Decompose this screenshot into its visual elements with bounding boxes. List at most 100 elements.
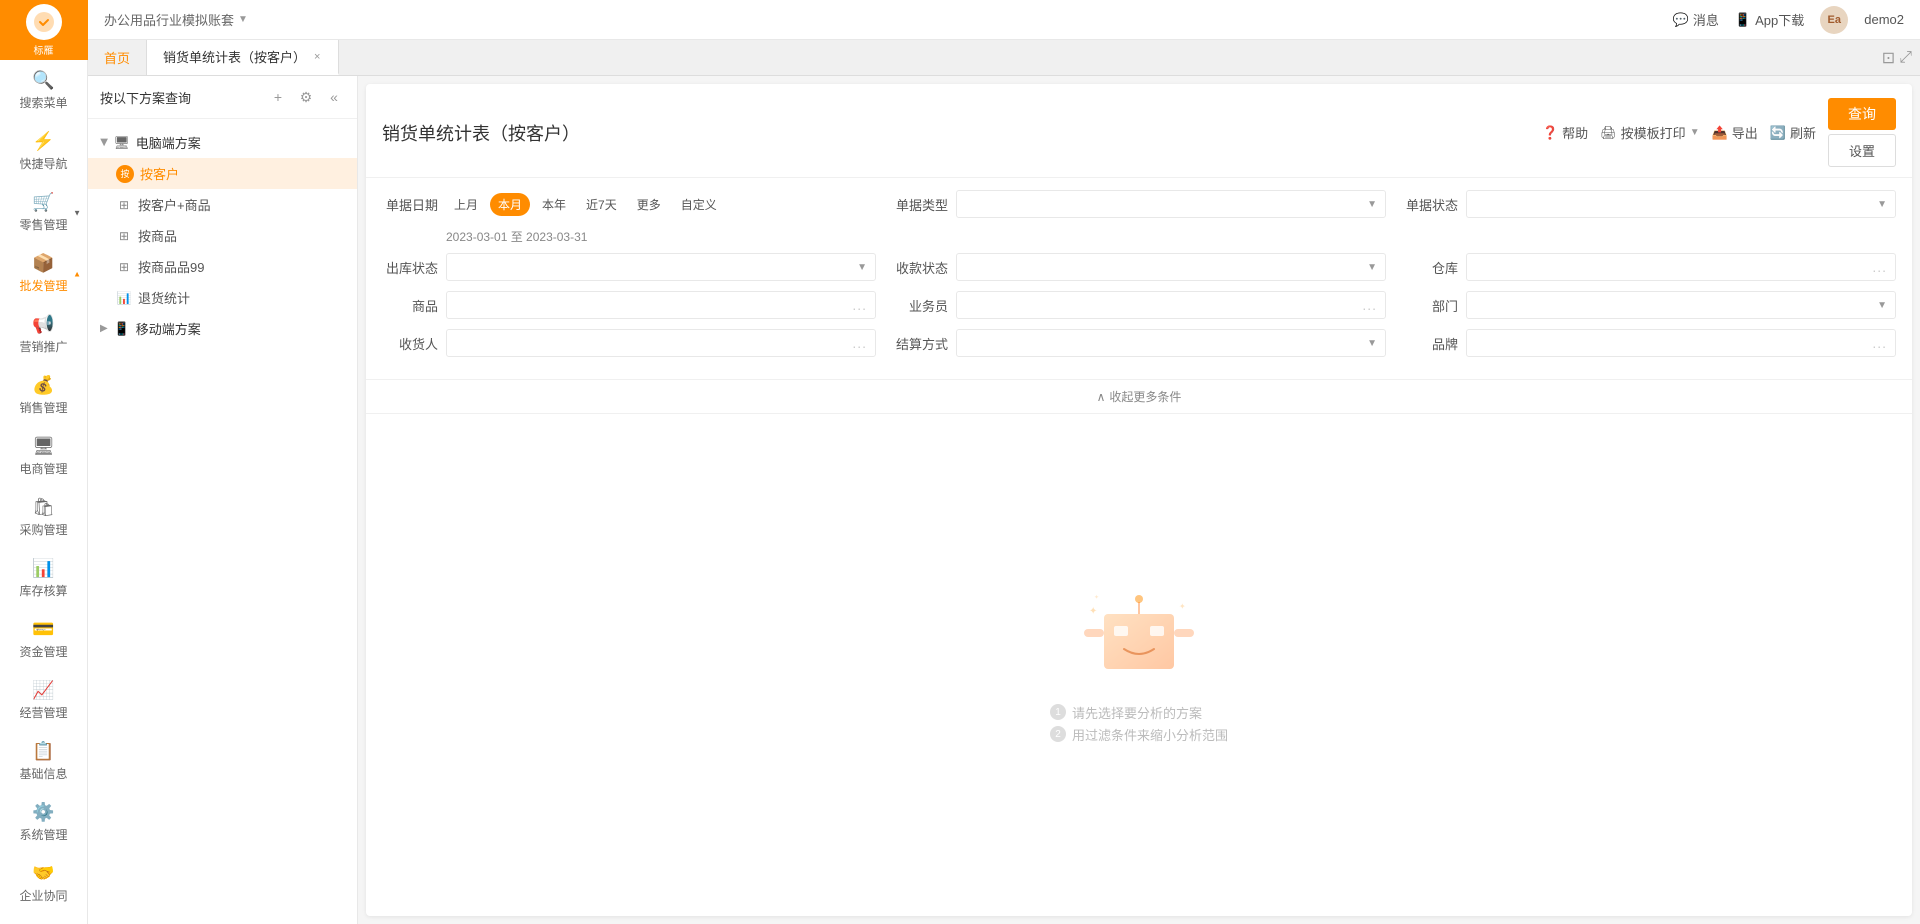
collapse-bar[interactable]: ∧ 收起更多条件	[366, 380, 1912, 414]
operations-icon: 📈	[32, 680, 54, 701]
edit-scheme-btn[interactable]: ⚙	[295, 86, 317, 108]
tab-sales-stat[interactable]: 销货单统计表（按客户） ×	[147, 40, 339, 75]
bill-status-select[interactable]: ▼	[1466, 190, 1896, 218]
filter-cell-department: 部门 ▼	[1402, 291, 1896, 319]
tree-item-by-customer-product[interactable]: ⊞ 按客户+商品	[88, 189, 357, 220]
sidebar-item-label: 搜索菜单	[19, 94, 67, 111]
user-name[interactable]: demo2	[1864, 12, 1904, 27]
tree-item-by-customer-product-label: 按客户+商品	[138, 195, 211, 214]
sidebar-item-label: 采购管理	[19, 521, 67, 538]
pay-status-select[interactable]: ▼	[956, 253, 1386, 281]
tree-group-mobile-header[interactable]: ▶ 📱 移动端方案	[88, 313, 357, 344]
out-status-select[interactable]: ▼	[446, 253, 876, 281]
sidebar-item-newbie[interactable]: 🎯 新手引导	[0, 914, 87, 924]
basic-info-icon: 📋	[32, 741, 54, 762]
settings-btn[interactable]: 设置	[1828, 134, 1896, 167]
tree-item-return-stat[interactable]: 📊 退货统计	[88, 282, 357, 313]
filter-cell-date: 单据日期 上月 本月 本年 近7天 更多 自定义	[382, 193, 876, 216]
sidebar-item-finance[interactable]: 💳 资金管理	[0, 609, 87, 670]
date-tab-this-month[interactable]: 本月	[490, 193, 530, 216]
product-select[interactable]: ...	[446, 291, 876, 319]
consignee-select[interactable]: ...	[446, 329, 876, 357]
right-content: 销货单统计表（按客户） ❓ 帮助 🖨 按模板打印 ▼ 📤 导出	[366, 84, 1912, 916]
query-btn[interactable]: 查询	[1828, 98, 1896, 130]
department-chevron: ▼	[1877, 300, 1887, 311]
tab-maximize-icon[interactable]: ⤢	[1899, 49, 1912, 67]
topbar-title[interactable]: 办公用品行业模拟账套 ▼	[104, 10, 248, 29]
sidebar-item-label: 快捷导航	[19, 155, 67, 172]
tabbar: 首页 销货单统计表（按客户） × ⊡ ⤢	[88, 40, 1920, 76]
sidebar-item-marketing[interactable]: 📢 营销推广	[0, 304, 87, 365]
sidebar-item-purchase[interactable]: 🛍 采购管理	[0, 487, 87, 548]
date-control: 上月 本月 本年 近7天 更多 自定义	[446, 193, 876, 216]
print-label: 按模板打印	[1621, 123, 1686, 142]
warehouse-select[interactable]: ...	[1466, 253, 1896, 281]
sidebar-item-ecommerce[interactable]: 🖥 电商管理	[0, 426, 87, 487]
department-select[interactable]: ▼	[1466, 291, 1896, 319]
tab-restore-icon[interactable]: ⊡	[1882, 48, 1895, 68]
brand-label: 品牌	[1402, 334, 1458, 353]
tree-arrow-pc: ▶	[98, 139, 109, 147]
filter-cell-bill-status: 单据状态 ▼	[1402, 190, 1896, 218]
wholesale-icon: 📦	[32, 253, 54, 274]
sidebar-item-label: 库存核算	[19, 582, 67, 599]
step-1-num: 1	[1050, 704, 1066, 720]
salesperson-label: 业务员	[892, 296, 948, 315]
print-btn[interactable]: 🖨 按模板打印 ▼	[1600, 123, 1699, 142]
filter-cell-warehouse: 仓库 ...	[1402, 253, 1896, 281]
app-logo[interactable]: 标雁	[0, 0, 88, 60]
bill-type-select[interactable]: ▼	[956, 190, 1386, 218]
tree-arrow-mobile: ▶	[100, 323, 108, 334]
tree-item-by-customer[interactable]: 按 按客户	[88, 158, 357, 189]
date-tab-custom[interactable]: 自定义	[673, 193, 725, 216]
date-tab-last-month[interactable]: 上月	[446, 193, 486, 216]
date-tabs: 上月 本月 本年 近7天 更多 自定义	[446, 193, 725, 216]
bill-type-chevron: ▼	[1367, 199, 1377, 210]
pay-status-chevron: ▼	[1367, 262, 1377, 273]
tab-close-icon[interactable]: ×	[312, 50, 322, 64]
sidebar-item-sales[interactable]: 💰 销售管理	[0, 365, 87, 426]
sidebar-item-label: 系统管理	[19, 826, 67, 843]
sidebar-item-retail[interactable]: 🛒 零售管理	[0, 182, 87, 243]
refresh-btn[interactable]: 🔄 刷新	[1770, 123, 1816, 142]
topbar-right: 💬 消息 📱 App下载 Ea demo2	[1673, 6, 1904, 34]
filter-row-4: 收货人 ... 结算方式 ▼ 品牌	[382, 329, 1896, 357]
product-dots: ...	[852, 297, 867, 313]
tree-item-by-product[interactable]: ⊞ 按商品	[88, 220, 357, 251]
phone-icon: 📱	[1735, 12, 1751, 28]
add-scheme-btn[interactable]: +	[267, 86, 289, 108]
sales-icon: 💰	[32, 375, 54, 396]
app-download-btn[interactable]: 📱 App下载	[1735, 10, 1804, 29]
app-download-label: App下载	[1755, 10, 1804, 29]
date-tab-last-7[interactable]: 近7天	[578, 193, 625, 216]
tab-home[interactable]: 首页	[88, 40, 147, 75]
sidebar-item-inventory[interactable]: 📊 库存核算	[0, 548, 87, 609]
date-tab-this-year[interactable]: 本年	[534, 193, 574, 216]
by-customer-product-icon: ⊞	[116, 197, 132, 213]
date-tab-more[interactable]: 更多	[629, 193, 669, 216]
sidebar-item-search[interactable]: 🔍 搜索菜单	[0, 60, 87, 121]
print-icon: 🖨	[1600, 125, 1617, 141]
payment-select[interactable]: ▼	[956, 329, 1386, 357]
empty-illustration: ✦ ✦ ✦	[1079, 584, 1199, 684]
date-range-text: 2023-03-01 至 2023-03-31	[446, 230, 587, 244]
sidebar-item-label: 销售管理	[19, 399, 67, 416]
sidebar-item-enterprise-coop[interactable]: 🤝 企业协同	[0, 853, 87, 914]
tree-item-by-product-99[interactable]: ⊞ 按商品品99	[88, 251, 357, 282]
svg-text:✦: ✦	[1094, 594, 1099, 601]
sidebar-item-basic-info[interactable]: 📋 基础信息	[0, 731, 87, 792]
help-btn[interactable]: ❓ 帮助	[1542, 123, 1588, 142]
sidebar-item-wholesale[interactable]: 📦 批发管理	[0, 243, 87, 304]
svg-text:✦: ✦	[1179, 602, 1186, 611]
sidebar-item-operations[interactable]: 📈 经营管理	[0, 670, 87, 731]
sidebar-item-system[interactable]: ⚙️ 系统管理	[0, 792, 87, 853]
brand-select[interactable]: ...	[1466, 329, 1896, 357]
message-btn[interactable]: 💬 消息	[1673, 10, 1719, 29]
filter-row-2: 出库状态 ▼ 收款状态 ▼ 仓库	[382, 253, 1896, 281]
salesperson-select[interactable]: ...	[956, 291, 1386, 319]
collapse-panel-btn[interactable]: «	[323, 86, 345, 108]
department-label: 部门	[1402, 296, 1458, 315]
export-btn[interactable]: 📤 导出	[1712, 123, 1758, 142]
tree-group-pc-header[interactable]: ▶ 🖥 电脑端方案	[88, 127, 357, 158]
sidebar-item-quick-nav[interactable]: ⚡ 快捷导航	[0, 121, 87, 182]
